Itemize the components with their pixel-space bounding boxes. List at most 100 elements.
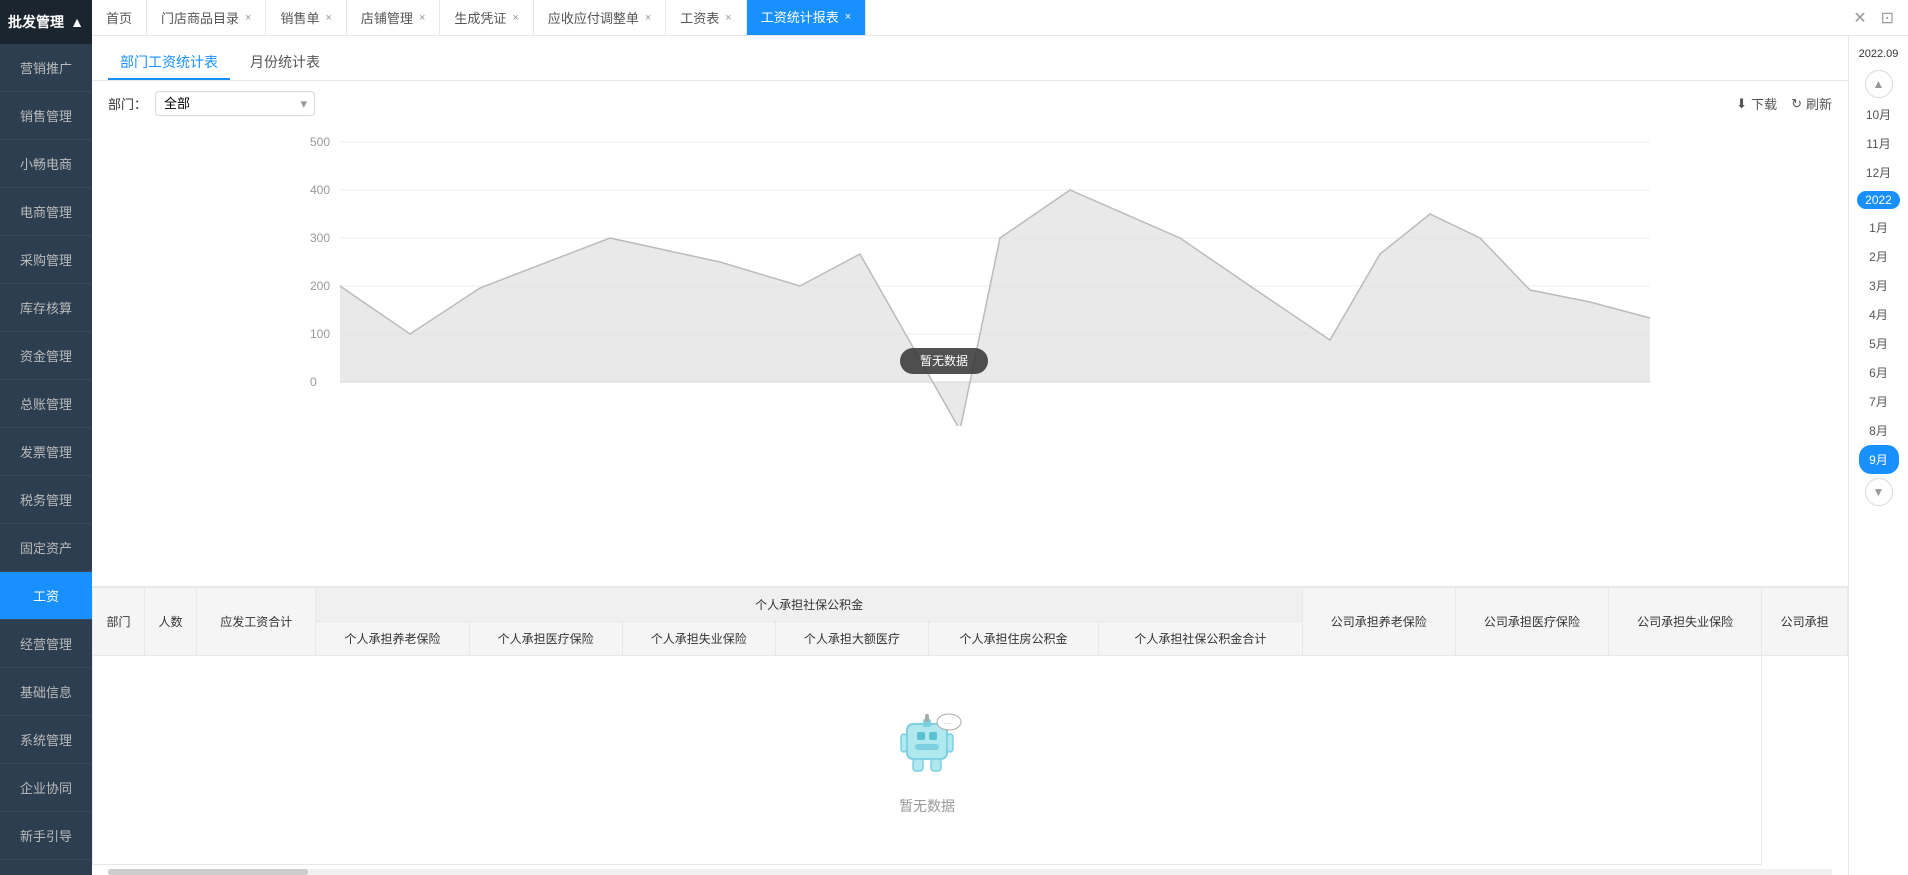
svg-text:500: 500 <box>310 135 330 149</box>
horizontal-scrollbar[interactable] <box>108 869 1832 875</box>
sidebar-item-finance[interactable]: 资金管理 <box>0 332 92 380</box>
tab-bar: 首页 门店商品目录 × 销售单 × 店铺管理 × 生成凭证 × 应收应付调整单 … <box>92 0 1908 36</box>
th-dept: 部门 <box>93 588 145 656</box>
timeline-month-12[interactable]: 12月 <box>1849 158 1908 187</box>
svg-text:300: 300 <box>310 231 330 245</box>
data-table: 部门 人数 应发工资合计 个人承担社保公积金 公司承担养老保险 公司承担医疗保险… <box>92 587 1848 865</box>
tab-payroll-report[interactable]: 工资统计报表 × <box>747 0 866 36</box>
dept-filter: 部门： 全部 <box>108 91 315 116</box>
tab-close-payroll-table[interactable]: × <box>725 12 731 24</box>
tab-restore[interactable]: ⊡ <box>1877 8 1898 28</box>
svg-text:400: 400 <box>310 183 330 197</box>
tab-close-store-catalog[interactable]: × <box>245 12 251 24</box>
content: 部门工资统计表 月份统计表 部门： 全部 <box>92 36 1908 875</box>
tab-store-management[interactable]: 店铺管理 × <box>347 0 440 36</box>
timeline-month-8[interactable]: 8月 <box>1849 416 1908 445</box>
chart-tooltip: 暂无数据 <box>900 348 988 374</box>
sub-tabs: 部门工资统计表 月份统计表 <box>92 36 1848 81</box>
timeline-month-9[interactable]: 9月 <box>1859 445 1899 474</box>
sub-tab-monthly-stats[interactable]: 月份统计表 <box>238 46 332 80</box>
timeline-month-7[interactable]: 7月 <box>1849 387 1908 416</box>
toolbar-actions: ⬇ 下载 ↻ 刷新 <box>1736 94 1832 113</box>
empty-state: ··· 暂无数据 <box>99 664 1755 856</box>
tab-close-payroll-report[interactable]: × <box>845 11 851 23</box>
timeline-up-nav[interactable]: ▲ <box>1865 70 1893 98</box>
th-individual-total: 个人承担社保公积金合计 <box>1099 622 1303 656</box>
sidebar-item-sales[interactable]: 销售管理 <box>0 92 92 140</box>
table-empty-row: ··· 暂无数据 <box>93 656 1848 865</box>
tab-sales-order[interactable]: 销售单 × <box>266 0 346 36</box>
sidebar-item-marketing[interactable]: 营销推广 <box>0 44 92 92</box>
tab-close-generate-voucher[interactable]: × <box>512 12 518 24</box>
tab-close-all[interactable]: ✕ <box>1849 8 1870 28</box>
chart-area: 500 400 300 200 100 0 <box>92 126 1848 586</box>
chart-svg: 500 400 300 200 100 0 <box>108 126 1832 426</box>
tab-close-store-management[interactable]: × <box>419 12 425 24</box>
sidebar-item-guide[interactable]: 新手引导 <box>0 812 92 860</box>
timeline-panel: 2022.09 ▲ 10月 11月 12月 2022 1月 2月 3月 4月 <box>1848 36 1908 875</box>
timeline-month-10[interactable]: 10月 <box>1849 100 1908 129</box>
th-company-pension: 公司承担养老保险 <box>1302 588 1455 656</box>
sidebar-item-inventory[interactable]: 库存核算 <box>0 284 92 332</box>
sidebar-item-ecommerce[interactable]: 电商管理 <box>0 188 92 236</box>
main-area: 首页 门店商品目录 × 销售单 × 店铺管理 × 生成凭证 × 应收应付调整单 … <box>92 0 1908 875</box>
tab-generate-voucher[interactable]: 生成凭证 × <box>440 0 533 36</box>
sub-tab-dept-stats[interactable]: 部门工资统计表 <box>108 46 230 80</box>
timeline-month-3[interactable]: 3月 <box>1849 271 1908 300</box>
svg-text:200: 200 <box>310 279 330 293</box>
th-company-unemployment: 公司承担失业保险 <box>1609 588 1762 656</box>
sidebar-item-basic-info[interactable]: 基础信息 <box>0 668 92 716</box>
sidebar-item-fixed-assets[interactable]: 固定资产 <box>0 524 92 572</box>
refresh-icon: ↻ <box>1791 96 1802 112</box>
sidebar-item-tax[interactable]: 税务管理 <box>0 476 92 524</box>
svg-text:100: 100 <box>310 327 330 341</box>
timeline-month-6[interactable]: 6月 <box>1849 358 1908 387</box>
tab-store-catalog[interactable]: 门店商品目录 × <box>147 0 266 36</box>
sidebar-item-payroll[interactable]: 工资 <box>0 572 92 620</box>
th-individual-housing-fund: 个人承担住房公积金 <box>929 622 1099 656</box>
tab-payroll-table[interactable]: 工资表 × <box>666 0 746 36</box>
tab-home[interactable]: 首页 <box>92 0 147 36</box>
timeline-month-11[interactable]: 11月 <box>1849 129 1908 158</box>
sidebar: 批发管理 ▲ 营销推广 销售管理 小畅电商 电商管理 采购管理 库存核算 资金管… <box>0 0 92 875</box>
th-gross-salary: 应发工资合计 <box>197 588 316 656</box>
download-button[interactable]: ⬇ 下载 <box>1736 94 1777 113</box>
tab-bar-end: ✕ ⊡ <box>1849 8 1908 28</box>
timeline-month-5[interactable]: 5月 <box>1849 329 1908 358</box>
page-content: 部门工资统计表 月份统计表 部门： 全部 <box>92 36 1848 875</box>
sidebar-item-operations[interactable]: 经营管理 <box>0 620 92 668</box>
sidebar-item-purchase[interactable]: 采购管理 <box>0 236 92 284</box>
svg-text:暂无数据: 暂无数据 <box>920 353 968 368</box>
table-area: 部门 人数 应发工资合计 个人承担社保公积金 公司承担养老保险 公司承担医疗保险… <box>92 586 1848 869</box>
th-individual-pension: 个人承担养老保险 <box>316 622 469 656</box>
sidebar-item-ledger[interactable]: 总账管理 <box>0 380 92 428</box>
sidebar-header[interactable]: 批发管理 ▲ <box>0 0 92 44</box>
svg-text:0: 0 <box>310 375 317 389</box>
timeline-month-2[interactable]: 2月 <box>1849 242 1908 271</box>
tab-close-sales-order[interactable]: × <box>325 12 331 24</box>
empty-robot-icon: ··· <box>887 704 967 784</box>
th-individual-medical: 个人承担医疗保险 <box>469 622 622 656</box>
timeline-month-1[interactable]: 1月 <box>1849 213 1908 242</box>
tab-ar-ap-adjustment[interactable]: 应收应付调整单 × <box>534 0 666 36</box>
dept-label: 部门： <box>108 94 147 113</box>
sidebar-item-invoice[interactable]: 发票管理 <box>0 428 92 476</box>
toolbar: 部门： 全部 ⬇ 下载 ↻ 刷新 <box>92 81 1848 126</box>
timeline-down-nav[interactable]: ▼ <box>1865 478 1893 506</box>
dept-select[interactable]: 全部 <box>155 91 315 116</box>
sidebar-item-system[interactable]: 系统管理 <box>0 716 92 764</box>
dept-select-wrapper: 全部 <box>155 91 315 116</box>
sidebar-title: 批发管理 <box>8 12 64 32</box>
refresh-button[interactable]: ↻ 刷新 <box>1791 94 1832 113</box>
svg-text:···: ··· <box>943 719 951 728</box>
sidebar-item-enterprise[interactable]: 企业协同 <box>0 764 92 812</box>
sidebar-item-xiaochangec[interactable]: 小畅电商 <box>0 140 92 188</box>
timeline-year-badge: 2022 <box>1857 191 1900 209</box>
timeline-current-date: 2022.09 <box>1853 44 1905 64</box>
tab-close-ar-ap-adjustment[interactable]: × <box>645 12 651 24</box>
sidebar-item-cloud[interactable]: 云应用 <box>0 860 92 875</box>
timeline-month-4[interactable]: 4月 <box>1849 300 1908 329</box>
scrollbar-thumb[interactable] <box>108 869 308 875</box>
download-icon: ⬇ <box>1736 96 1747 112</box>
th-individual-major-medical: 个人承担大额医疗 <box>775 622 928 656</box>
